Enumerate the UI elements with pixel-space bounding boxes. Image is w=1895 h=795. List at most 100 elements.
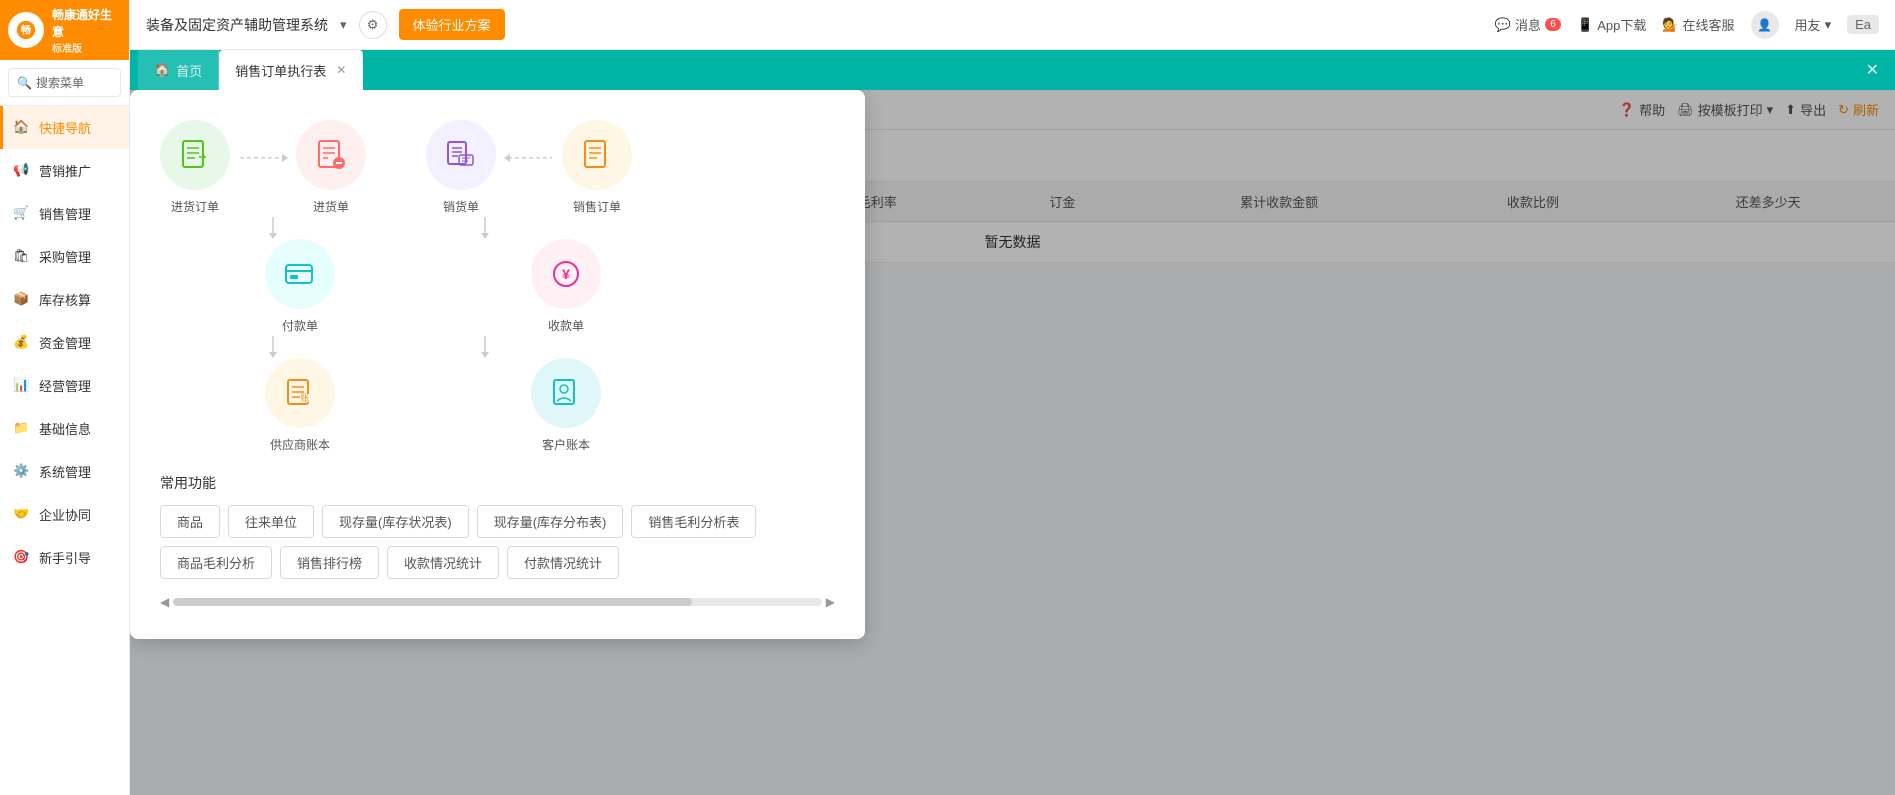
sidebar-item-sales[interactable]: 🛒 销售管理 bbox=[0, 192, 129, 235]
beginner-icon: 🎯 bbox=[13, 549, 31, 567]
sidebar-item-marketing[interactable]: 📢 营销推广 bbox=[0, 149, 129, 192]
tab-home[interactable]: 🏠 首页 bbox=[138, 50, 219, 90]
sidebar-item-inventory[interactable]: 📦 库存核算 bbox=[0, 278, 129, 321]
tab-close-icon[interactable]: ✕ bbox=[336, 63, 346, 77]
purchase-icon: 🛍 bbox=[13, 248, 31, 266]
common-functions-section: 常用功能 商品 往来单位 现存量(库存状况表) 现存量(库存分布表) 销售毛利分… bbox=[160, 473, 835, 579]
app-logo: 畅 畅康通好生意 标准版 bbox=[0, 0, 129, 60]
tab-bar: 🏠 首页 销售订单执行表 ✕ ✕ bbox=[130, 50, 1895, 90]
inventory-icon: 📦 bbox=[13, 291, 31, 309]
main-content: 装备及固定资产辅助管理系统 ▾ ⚙ 体验行业方案 💬 消息 6 📱 App下载 bbox=[130, 0, 1895, 795]
func-btn-product[interactable]: 商品 bbox=[160, 505, 220, 538]
logo-sub: 标准版 bbox=[52, 40, 121, 55]
supplier-account-label: 供应商账本 bbox=[270, 436, 330, 453]
funds-icon: 💰 bbox=[13, 334, 31, 352]
sales-order-label: 销售订单 bbox=[573, 198, 621, 215]
tab-sales-exec[interactable]: 销售订单执行表 ✕ bbox=[219, 50, 363, 90]
home-icon: 🏠 bbox=[13, 119, 31, 137]
supplier-account-icon: 账 bbox=[265, 358, 335, 428]
sidebar-nav: 🏠 快捷导航 📢 营销推广 🛒 销售管理 🛍 采购管理 📦 库存核算 💰 bbox=[0, 106, 129, 795]
func-btn-stock-status[interactable]: 现存量(库存状况表) bbox=[322, 505, 469, 538]
svg-text:¥: ¥ bbox=[562, 266, 570, 282]
flow-node-receipt[interactable]: ¥ 收款单 bbox=[531, 239, 601, 334]
func-btn-sales-gross[interactable]: 销售毛利分析表 bbox=[631, 505, 756, 538]
enterprise-icon: 🤝 bbox=[13, 506, 31, 524]
message-icon: 💬 bbox=[1495, 17, 1511, 33]
user-chevron-icon: ▾ bbox=[1825, 17, 1832, 33]
flow-node-purchase-order[interactable]: 进货订单 bbox=[160, 120, 230, 215]
function-buttons: 商品 往来单位 现存量(库存状况表) 现存量(库存分布表) 销售毛利分析表 商品… bbox=[160, 505, 835, 579]
func-btn-sales-rank[interactable]: 销售排行榜 bbox=[280, 546, 379, 579]
marketing-icon: 📢 bbox=[13, 162, 31, 180]
customer-account-icon bbox=[531, 358, 601, 428]
sidebar-item-operations[interactable]: 📊 经营管理 bbox=[0, 364, 129, 407]
operations-icon: 📊 bbox=[13, 377, 31, 395]
page-area: ❓ 帮助 🖨 按模板打印 ▾ ⬆ 导出 ↻ 刷新 bbox=[130, 90, 1895, 795]
system-title: 装备及固定资产辅助管理系统 bbox=[146, 15, 328, 35]
chevron-down-icon: ▾ bbox=[340, 17, 347, 33]
flow-node-customer-account[interactable]: 客户账本 bbox=[531, 358, 601, 453]
gear-icon: ⚙ bbox=[367, 17, 379, 33]
modal-scrollbar: ◀ ▶ bbox=[160, 595, 835, 609]
sales-bill-label: 销货单 bbox=[443, 198, 479, 215]
flow-node-purchase-bill[interactable]: 进货单 bbox=[296, 120, 366, 215]
sales-order-icon bbox=[562, 120, 632, 190]
search-menu-btn[interactable]: 🔍 搜索菜单 bbox=[8, 68, 121, 97]
scrollbar-thumb bbox=[173, 598, 692, 606]
flow-node-sales-bill[interactable]: 销货单 bbox=[426, 120, 496, 215]
online-service-btn[interactable]: 💁 在线客服 bbox=[1662, 15, 1734, 34]
scrollbar-track[interactable] bbox=[173, 598, 822, 606]
flow-diagram: 进货订单 进货单 bbox=[160, 120, 835, 453]
flow-node-payment[interactable]: 付款单 bbox=[265, 239, 335, 334]
search-area: 🔍 搜索菜单 bbox=[0, 60, 129, 106]
func-btn-payment-stats[interactable]: 付款情况统计 bbox=[507, 546, 619, 579]
app-download-btn[interactable]: 📱 App下载 bbox=[1577, 15, 1646, 34]
receipt-icon: ¥ bbox=[531, 239, 601, 309]
func-btn-product-gross[interactable]: 商品毛利分析 bbox=[160, 546, 272, 579]
service-icon: 💁 bbox=[1662, 17, 1678, 33]
logo-icon: 畅 bbox=[8, 12, 44, 48]
sidebar-item-funds[interactable]: 💰 资金管理 bbox=[0, 321, 129, 364]
message-badge: 6 bbox=[1545, 18, 1561, 31]
purchase-order-icon bbox=[160, 120, 230, 190]
purchase-order-label: 进货订单 bbox=[171, 198, 219, 215]
system-icon: ⚙️ bbox=[13, 463, 31, 481]
common-functions-title: 常用功能 bbox=[160, 473, 835, 493]
close-all-tabs-btn[interactable]: ✕ bbox=[1858, 60, 1887, 80]
svg-text:畅: 畅 bbox=[21, 24, 31, 37]
purchase-bill-icon bbox=[296, 120, 366, 190]
sidebar-item-system[interactable]: ⚙️ 系统管理 bbox=[0, 450, 129, 493]
sidebar-item-enterprise[interactable]: 🤝 企业协同 bbox=[0, 493, 129, 536]
purchase-bill-label: 进货单 bbox=[313, 198, 349, 215]
download-icon: 📱 bbox=[1577, 17, 1593, 33]
flow-node-supplier-account[interactable]: 账 供应商账本 bbox=[265, 358, 335, 453]
payment-label: 付款单 bbox=[282, 317, 318, 334]
sidebar-item-purchase[interactable]: 🛍 采购管理 bbox=[0, 235, 129, 278]
func-btn-stock-dist[interactable]: 现存量(库存分布表) bbox=[477, 505, 624, 538]
flow-modal: 进货订单 进货单 bbox=[130, 90, 865, 639]
sales-bill-icon bbox=[426, 120, 496, 190]
sidebar-item-quick-guide[interactable]: 🏠 快捷导航 bbox=[0, 106, 129, 149]
payment-icon bbox=[265, 239, 335, 309]
search-icon: 🔍 bbox=[17, 76, 32, 90]
customer-account-label: 客户账本 bbox=[542, 436, 590, 453]
scrollbar-right-arrow[interactable]: ▶ bbox=[826, 595, 835, 609]
settings-btn[interactable]: ⚙ bbox=[359, 11, 387, 39]
user-name[interactable]: 用友 ▾ bbox=[1795, 15, 1832, 34]
ea-badge: Ea bbox=[1847, 15, 1879, 34]
flow-node-sales-order[interactable]: 销售订单 bbox=[562, 120, 632, 215]
message-btn[interactable]: 💬 消息 6 bbox=[1495, 15, 1561, 34]
home-tab-icon: 🏠 bbox=[154, 62, 170, 78]
func-btn-receipt-stats[interactable]: 收款情况统计 bbox=[387, 546, 499, 579]
logo-text: 畅康通好生意 bbox=[52, 6, 121, 40]
top-header: 装备及固定资产辅助管理系统 ▾ ⚙ 体验行业方案 💬 消息 6 📱 App下载 bbox=[130, 0, 1895, 50]
sidebar-item-base-info[interactable]: 📁 基础信息 bbox=[0, 407, 129, 450]
trial-button[interactable]: 体验行业方案 bbox=[399, 9, 505, 40]
system-dropdown[interactable]: ▾ bbox=[340, 17, 347, 33]
func-btn-contacts[interactable]: 往来单位 bbox=[228, 505, 314, 538]
scrollbar-left-arrow[interactable]: ◀ bbox=[160, 595, 169, 609]
sales-icon: 🛒 bbox=[13, 205, 31, 223]
sidebar-item-beginner[interactable]: 🎯 新手引导 bbox=[0, 536, 129, 579]
modal-overlay: 进货订单 进货单 bbox=[130, 90, 1895, 795]
sidebar: 畅 畅康通好生意 标准版 🔍 搜索菜单 🏠 快捷导航 📢 营销推广 � bbox=[0, 0, 130, 795]
